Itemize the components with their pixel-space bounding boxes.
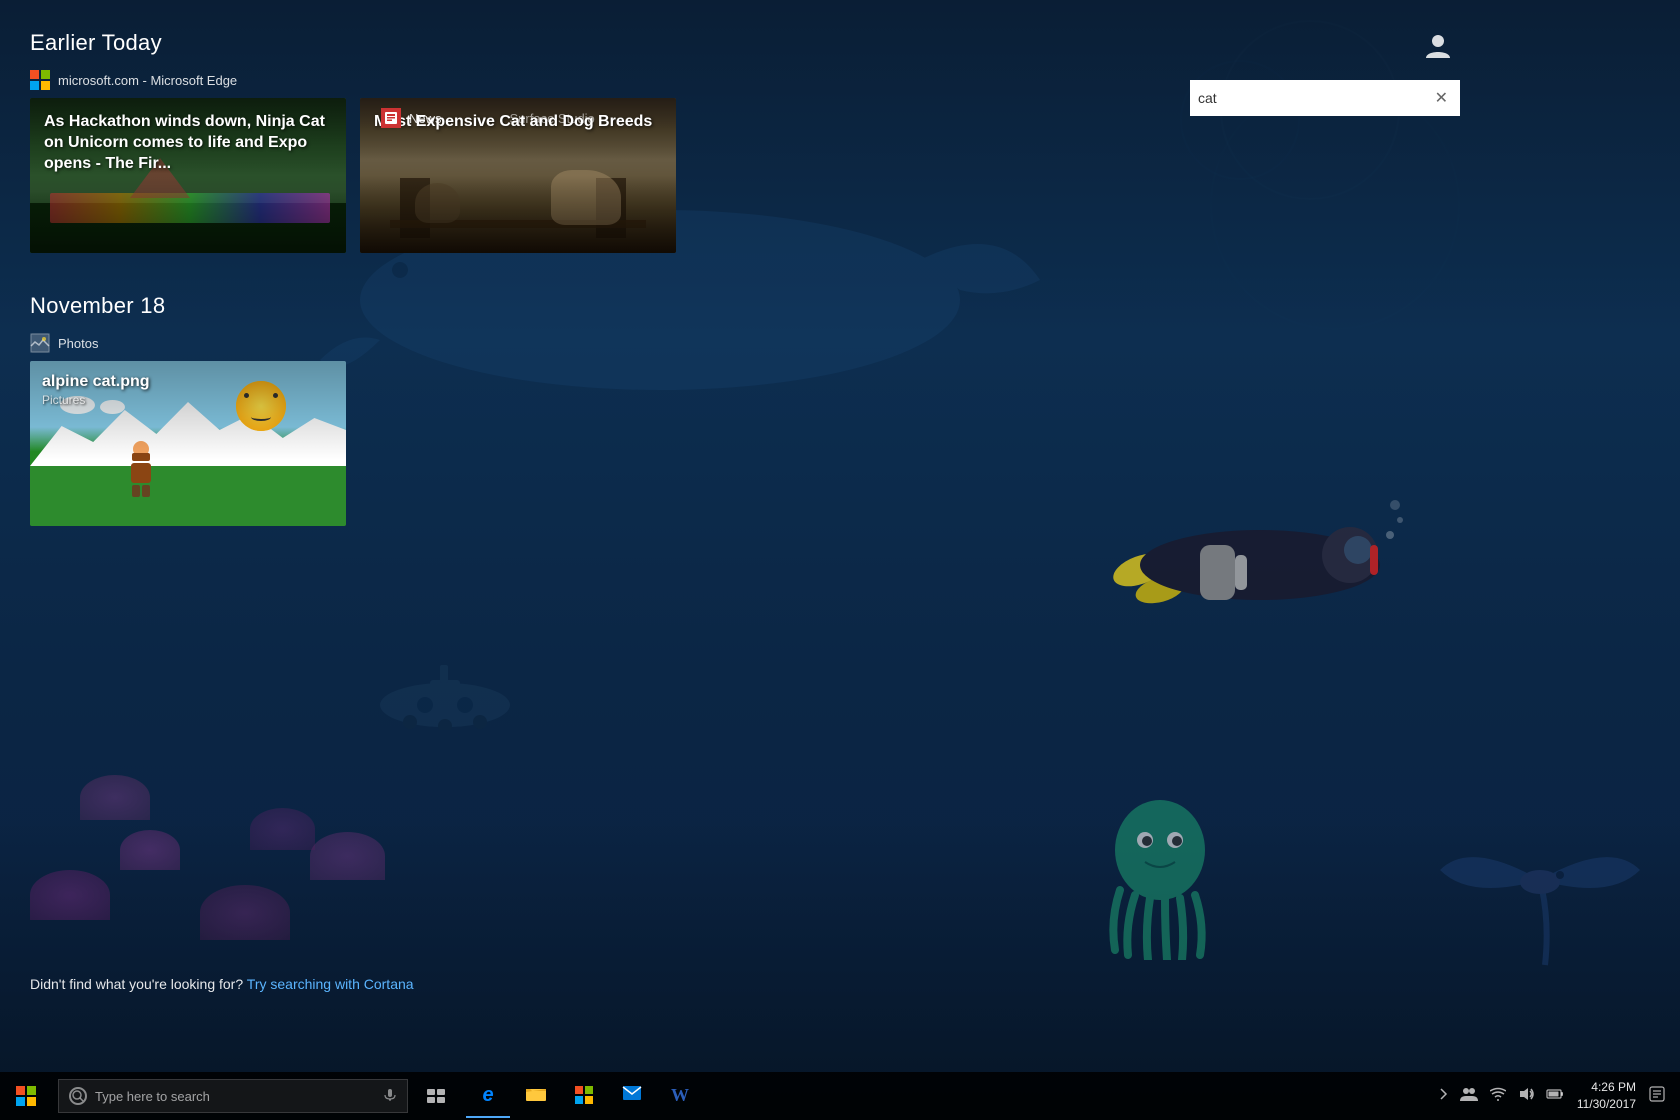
search-circle-icon: [69, 1087, 87, 1105]
cards-row: As Hackathon winds down, Ninja Cat on Un…: [30, 98, 710, 253]
timeline-panel: Earlier Today microsoft.com - Microsoft …: [0, 0, 740, 1072]
edge-icon: e: [482, 1084, 493, 1107]
november18-title: November 18: [30, 293, 710, 319]
word-icon: W: [671, 1085, 689, 1106]
store-icon: [575, 1086, 593, 1104]
edge-card-title: As Hackathon winds down, Ninja Cat on Un…: [44, 112, 332, 174]
news-app-icon: [381, 108, 401, 128]
clock-time: 4:26 PM: [1591, 1079, 1636, 1096]
november18-section: November 18 Photos: [30, 293, 710, 526]
clock-date: 11/30/2017: [1577, 1096, 1636, 1113]
diver-illustration: [1110, 490, 1530, 630]
photos-app-icon: [30, 333, 50, 353]
taskbar-app-edge[interactable]: e: [466, 1074, 510, 1118]
photo-filename: alpine cat.png: [42, 373, 334, 391]
search-clear-button[interactable]: ✕: [1431, 86, 1452, 110]
taskbar-app-word[interactable]: W: [658, 1074, 702, 1118]
octopus-illustration: [1090, 790, 1230, 960]
earlier-today-title: Earlier Today: [30, 30, 710, 56]
earlier-today-section: Earlier Today microsoft.com - Microsoft …: [30, 30, 710, 253]
photos-source-label: Photos: [58, 336, 98, 351]
news-source-label: News: [409, 111, 442, 126]
taskbar-apps: e: [466, 1074, 702, 1118]
photos-source-row: Photos: [30, 333, 710, 353]
edge-source-row: microsoft.com - Microsoft Edge: [30, 70, 710, 90]
system-clock[interactable]: 4:26 PM 11/30/2017: [1573, 1079, 1640, 1113]
tray-network-icon[interactable]: [1487, 1086, 1509, 1107]
not-found-row: Didn't find what you're looking for? Try…: [30, 976, 414, 992]
edge-card-overlay: As Hackathon winds down, Ninja Cat on Un…: [30, 98, 346, 253]
taskbar-app-mail[interactable]: [610, 1074, 654, 1118]
tray-battery-icon[interactable]: [1543, 1087, 1567, 1105]
stingray-illustration: [1430, 820, 1650, 970]
news-source-header-row: News Surface Studio: [381, 108, 595, 128]
start-button[interactable]: [0, 1072, 52, 1120]
tray-chevron-icon[interactable]: [1435, 1087, 1451, 1106]
taskbar-app-explorer[interactable]: [514, 1074, 558, 1118]
search-input-top[interactable]: [1198, 90, 1431, 106]
deco-circle-3: [1210, 80, 1460, 330]
mail-icon: [622, 1085, 642, 1106]
photo-card[interactable]: alpine cat.png Pictures: [30, 361, 346, 526]
taskbar-app-store[interactable]: [562, 1074, 606, 1118]
search-box-top[interactable]: ✕: [1190, 80, 1460, 116]
tray-people-icon[interactable]: [1457, 1086, 1481, 1107]
not-found-text: Didn't find what you're looking for?: [30, 976, 243, 992]
taskbar-search-placeholder: Type here to search: [95, 1089, 210, 1104]
news-source-extra: Surface Studio: [510, 111, 595, 126]
task-view-button[interactable]: [414, 1074, 458, 1118]
photo-overlay: alpine cat.png Pictures: [30, 361, 346, 526]
taskbar-search[interactable]: Type here to search: [58, 1079, 408, 1113]
system-tray: 4:26 PM 11/30/2017: [1435, 1079, 1680, 1113]
user-profile-icon[interactable]: [1424, 32, 1452, 67]
tray-sound-icon[interactable]: [1515, 1086, 1537, 1107]
tray-notification-icon[interactable]: [1646, 1086, 1668, 1107]
microphone-icon[interactable]: [383, 1088, 397, 1105]
windows-logo-icon: [16, 1086, 36, 1106]
cortana-search-link[interactable]: Try searching with Cortana: [247, 976, 414, 992]
edge-card[interactable]: As Hackathon winds down, Ninja Cat on Un…: [30, 98, 346, 253]
taskbar: Type here to search e: [0, 1072, 1680, 1120]
edge-source-label: microsoft.com - Microsoft Edge: [58, 73, 237, 88]
photo-path: Pictures: [42, 393, 334, 407]
microsoft-logo-icon: [30, 70, 50, 90]
explorer-icon: [525, 1084, 547, 1107]
